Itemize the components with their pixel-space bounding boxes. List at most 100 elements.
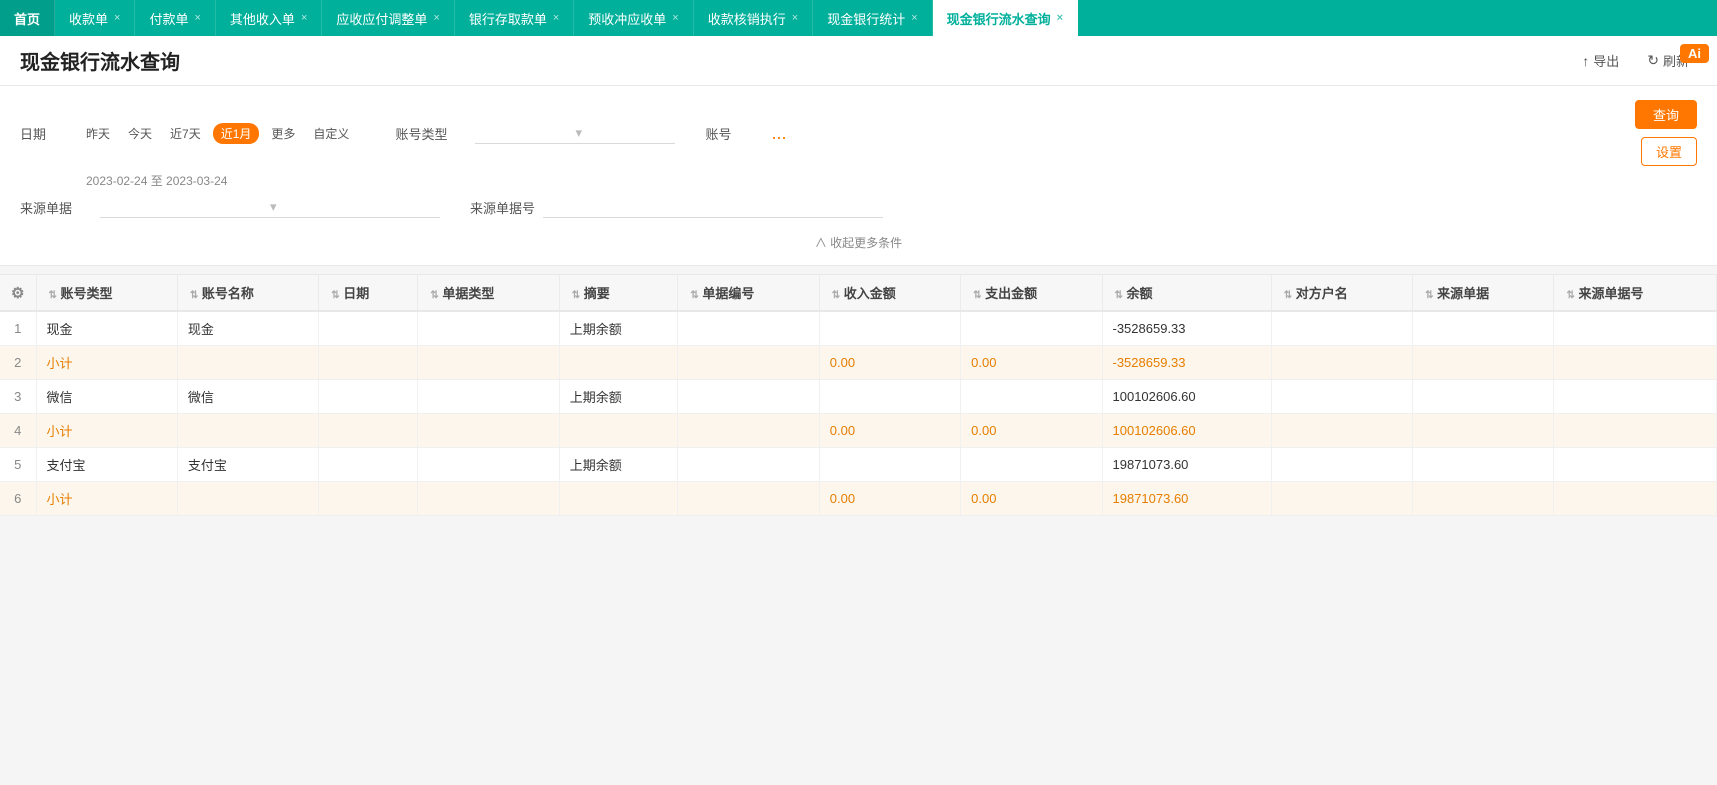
- source-doc-no-input[interactable]: [543, 198, 883, 218]
- sort-icon: ⇅: [430, 290, 438, 301]
- col-doc-no[interactable]: ⇅ 单据编号: [678, 275, 819, 312]
- sort-icon: ⇅: [1425, 290, 1433, 301]
- table-row: 2小计0.000.00-3528659.33: [0, 346, 1717, 380]
- col-balance[interactable]: ⇅ 余额: [1102, 275, 1271, 312]
- today-btn[interactable]: 今天: [122, 123, 158, 144]
- source-doc-select[interactable]: ▾: [100, 197, 440, 218]
- ai-badge[interactable]: Ai: [1680, 44, 1709, 63]
- cell-expense: [961, 311, 1102, 346]
- close-icon[interactable]: ×: [301, 12, 307, 24]
- col-source-doc-no[interactable]: ⇅ 来源单据号: [1554, 275, 1717, 312]
- account-label: 账号: [705, 124, 765, 143]
- refresh-icon: ↻: [1647, 52, 1659, 69]
- nav-tab-shoukuan[interactable]: 收款单 ×: [55, 0, 135, 36]
- cell-doc-no: [678, 414, 819, 448]
- page-header: 现金银行流水查询 ↑ 导出 ↻ 刷新 Ai: [0, 36, 1717, 86]
- table-row: 1现金现金上期余额-3528659.33: [0, 311, 1717, 346]
- col-counterparty[interactable]: ⇅ 对方户名: [1271, 275, 1412, 312]
- sort-icon: ⇅: [690, 290, 698, 301]
- last7days-btn[interactable]: 近7天: [164, 123, 207, 144]
- row-num: 1: [0, 311, 36, 346]
- cell-account-type: 小计: [36, 482, 177, 516]
- nav-tab-prepay[interactable]: 预收冲应收单 ×: [574, 0, 693, 36]
- last1month-btn[interactable]: 近1月: [213, 123, 260, 144]
- cell-expense: [961, 448, 1102, 482]
- top-nav: 首页 收款单 × 付款单 × 其他收入单 × 应收应付调整单 × 银行存取款单 …: [0, 0, 1717, 36]
- filter-row-1: 日期 昨天 今天 近7天 近1月 更多 自定义 账号类型 ▾ 账号 ... 查询…: [20, 100, 1697, 166]
- cell-counterparty: [1271, 414, 1412, 448]
- cell-date: [319, 346, 418, 380]
- date-label: 日期: [20, 124, 80, 143]
- cell-date: [319, 311, 418, 346]
- table-row: 3微信微信上期余额100102606.60: [0, 380, 1717, 414]
- account-dots-button[interactable]: ...: [765, 123, 792, 144]
- nav-tab-fukuan[interactable]: 付款单 ×: [135, 0, 215, 36]
- nav-tab-adjustment[interactable]: 应收应付调整单 ×: [322, 0, 454, 36]
- nav-tab-cash-bank-query[interactable]: 现金银行流水查询 ×: [933, 0, 1078, 36]
- table-row: 6小计0.000.0019871073.60: [0, 482, 1717, 516]
- cell-income: [819, 380, 960, 414]
- sort-icon: ⇅: [49, 290, 57, 301]
- more-date-btn[interactable]: 更多: [265, 123, 301, 144]
- nav-tab-bank-deposit[interactable]: 银行存取款单 ×: [455, 0, 574, 36]
- col-source-doc[interactable]: ⇅ 来源单据: [1413, 275, 1554, 312]
- col-income[interactable]: ⇅ 收入金额: [819, 275, 960, 312]
- nav-tab-cash-bank-stats[interactable]: 现金银行统计 ×: [813, 0, 932, 36]
- cell-doc-no: [678, 380, 819, 414]
- filter-area: 日期 昨天 今天 近7天 近1月 更多 自定义 账号类型 ▾ 账号 ... 查询…: [0, 86, 1717, 266]
- gear-icon[interactable]: ⚙: [11, 285, 24, 302]
- cell-summary: [559, 346, 678, 380]
- col-date[interactable]: ⇅ 日期: [319, 275, 418, 312]
- account-type-select[interactable]: ▾: [475, 123, 675, 144]
- cell-summary: 上期余额: [559, 448, 678, 482]
- close-icon[interactable]: ×: [433, 12, 439, 24]
- cell-summary: [559, 414, 678, 448]
- close-icon[interactable]: ×: [553, 12, 559, 24]
- col-doc-type[interactable]: ⇅ 单据类型: [418, 275, 559, 312]
- nav-home[interactable]: 首页: [0, 0, 55, 36]
- cell-doc-type: [418, 346, 559, 380]
- cell-doc-no: [678, 311, 819, 346]
- collapse-bar[interactable]: ∧ 收起更多条件: [20, 228, 1697, 255]
- cell-account-type: 现金: [36, 311, 177, 346]
- sort-icon: ⇅: [1566, 290, 1574, 301]
- cell-doc-no: [678, 346, 819, 380]
- close-icon[interactable]: ×: [911, 12, 917, 24]
- date-range-display: 2023-02-24 至 2023-03-24: [86, 174, 227, 188]
- page-title: 现金银行流水查询: [20, 46, 180, 75]
- cell-balance: -3528659.33: [1102, 311, 1271, 346]
- col-account-name[interactable]: ⇅ 账号名称: [177, 275, 318, 312]
- account-type-label: 账号类型: [395, 124, 455, 143]
- close-icon[interactable]: ×: [672, 12, 678, 24]
- cell-account-type: 微信: [36, 380, 177, 414]
- cell-expense: 0.00: [961, 482, 1102, 516]
- cell-income: [819, 311, 960, 346]
- cell-income: 0.00: [819, 482, 960, 516]
- col-account-type[interactable]: ⇅ 账号类型: [36, 275, 177, 312]
- cell-account-name: [177, 346, 318, 380]
- col-expense[interactable]: ⇅ 支出金额: [961, 275, 1102, 312]
- query-button[interactable]: 查询: [1635, 100, 1697, 129]
- cell-balance: 19871073.60: [1102, 448, 1271, 482]
- sort-icon: ⇅: [190, 290, 198, 301]
- data-table: ⚙ ⇅ 账号类型 ⇅ 账号名称 ⇅ 日期 ⇅ 单据类型 ⇅ 摘要 ⇅ 单据编号 …: [0, 274, 1717, 516]
- export-button[interactable]: ↑ 导出: [1574, 47, 1627, 74]
- cell-balance: -3528659.33: [1102, 346, 1271, 380]
- nav-tab-other-income[interactable]: 其他收入单 ×: [216, 0, 322, 36]
- close-icon[interactable]: ×: [194, 12, 200, 24]
- close-icon[interactable]: ×: [114, 12, 120, 24]
- cell-doc-type: [418, 482, 559, 516]
- cell-counterparty: [1271, 311, 1412, 346]
- col-gear[interactable]: ⚙: [0, 275, 36, 312]
- col-summary[interactable]: ⇅ 摘要: [559, 275, 678, 312]
- close-icon[interactable]: ×: [792, 12, 798, 24]
- cell-doc-type: [418, 380, 559, 414]
- cell-account-type: 小计: [36, 346, 177, 380]
- close-icon[interactable]: ×: [1057, 12, 1063, 24]
- settings-button[interactable]: 设置: [1641, 137, 1697, 166]
- nav-tab-verification[interactable]: 收款核销执行 ×: [694, 0, 813, 36]
- cell-account-name: [177, 414, 318, 448]
- export-icon: ↑: [1582, 53, 1589, 69]
- yesterday-btn[interactable]: 昨天: [80, 123, 116, 144]
- custom-date-btn[interactable]: 自定义: [307, 123, 355, 144]
